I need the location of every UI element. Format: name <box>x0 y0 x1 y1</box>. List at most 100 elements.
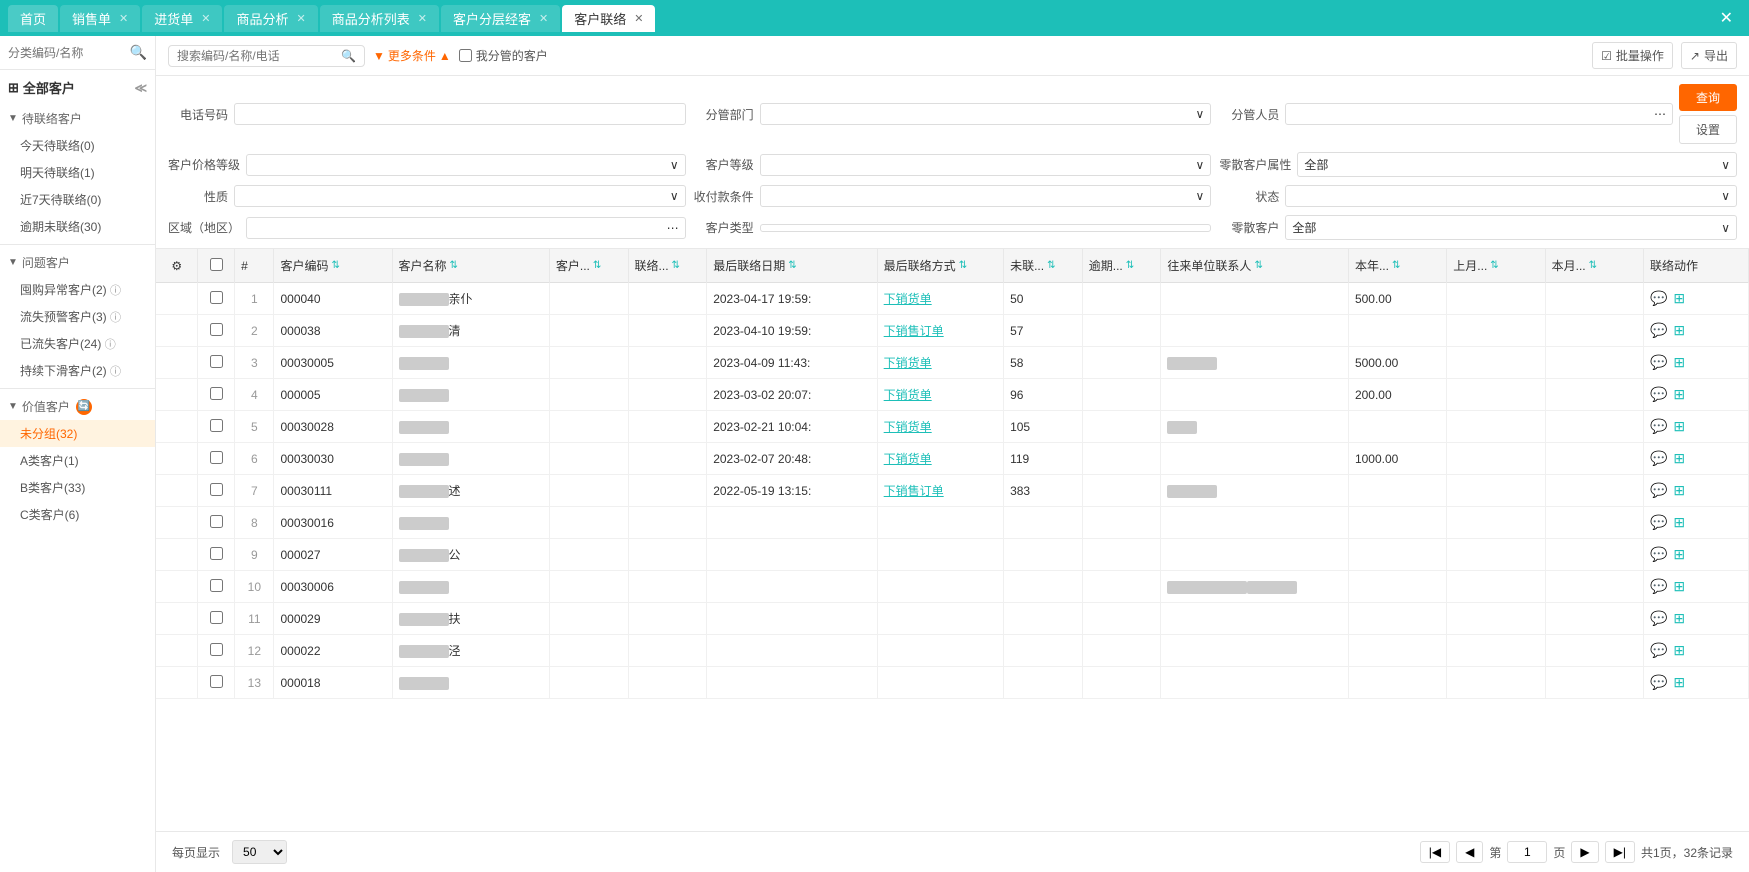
sidebar-group-value[interactable]: ▼ 价值客户 🔄 <box>0 393 155 420</box>
row-checkbox[interactable] <box>210 291 223 304</box>
sidebar-search-icon[interactable]: 🔍 <box>130 44 147 61</box>
sort-name-icon[interactable]: ⇅ <box>450 260 458 271</box>
first-page-btn[interactable]: |◀ <box>1420 841 1450 863</box>
sidebar-item-churned[interactable]: 已流失客户(24) ⓘ <box>0 330 155 357</box>
th-contact[interactable]: 联络...⇅ <box>628 249 707 283</box>
row-checkbox[interactable] <box>210 387 223 400</box>
tab-home[interactable]: 首页 <box>8 5 58 32</box>
sort-year-icon[interactable]: ⇅ <box>1392 260 1400 271</box>
grid-action-icon[interactable]: ⊞ <box>1673 578 1685 595</box>
filter-region-select[interactable]: ⋯ <box>246 217 686 239</box>
sort-lmonth-icon[interactable]: ⇅ <box>1490 260 1498 271</box>
th-overdue[interactable]: 逾期...⇅ <box>1082 249 1161 283</box>
filter-price-level-select[interactable]: ∨ <box>246 154 686 176</box>
filter-retail-attr-select[interactable]: 全部 ∨ <box>1297 152 1737 177</box>
chat-action-icon[interactable]: 💬 <box>1650 450 1667 467</box>
grid-action-icon[interactable]: ⊞ <box>1673 546 1685 563</box>
sort-overdue-icon[interactable]: ⇅ <box>1126 260 1134 271</box>
td-check[interactable] <box>198 411 235 443</box>
row-checkbox[interactable] <box>210 547 223 560</box>
filter-manager-select[interactable]: ⋯ <box>1285 103 1673 125</box>
chat-action-icon[interactable]: 💬 <box>1650 578 1667 595</box>
tab-purchase[interactable]: 进货单 ✕ <box>142 5 222 32</box>
row-checkbox[interactable] <box>210 323 223 336</box>
close-sales-icon[interactable]: ✕ <box>119 12 128 25</box>
sort-date-icon[interactable]: ⇅ <box>788 260 796 271</box>
close-customer-contact-icon[interactable]: ✕ <box>634 12 643 25</box>
tab-analysis-list[interactable]: 商品分析列表 ✕ <box>320 5 439 32</box>
per-page-select[interactable]: 50 20 100 <box>232 840 287 864</box>
filter-search-icon[interactable]: 🔍 <box>341 49 356 63</box>
close-customer-tier-icon[interactable]: ✕ <box>539 12 548 25</box>
td-check[interactable] <box>198 283 235 315</box>
th-no-contact[interactable]: 未联...⇅ <box>1004 249 1083 283</box>
td-check[interactable] <box>198 667 235 699</box>
window-close-icon[interactable]: ✕ <box>1712 8 1741 28</box>
sort-method-icon[interactable]: ⇅ <box>959 260 967 271</box>
sidebar-item-overdue[interactable]: 逾期未联络(30) <box>0 213 155 240</box>
sort-contact-icon[interactable]: ⇅ <box>672 260 680 271</box>
filter-customer-type-select[interactable] <box>760 224 1212 232</box>
th-this-month[interactable]: 本月...⇅ <box>1545 249 1643 283</box>
sidebar-group-pending[interactable]: ▼ 待联络客户 <box>0 105 155 132</box>
last-page-btn[interactable]: ▶| <box>1605 841 1635 863</box>
sort-nocontact-icon[interactable]: ⇅ <box>1047 260 1055 271</box>
td-check[interactable] <box>198 571 235 603</box>
grid-action-icon[interactable]: ⊞ <box>1673 386 1685 403</box>
my-customers-checkbox[interactable] <box>459 49 472 62</box>
sidebar-search-box[interactable]: 🔍 <box>0 36 155 70</box>
filter-search-box[interactable]: 🔍 <box>168 45 365 67</box>
grid-action-icon[interactable]: ⊞ <box>1673 418 1685 435</box>
th-last-contact-date[interactable]: 最后联络日期⇅ <box>707 249 877 283</box>
close-analysis-list-icon[interactable]: ✕ <box>418 12 427 25</box>
close-purchase-icon[interactable]: ✕ <box>201 12 210 25</box>
tab-analysis[interactable]: 商品分析 ✕ <box>224 5 317 32</box>
th-code[interactable]: 客户编码⇅ <box>274 249 392 283</box>
td-check[interactable] <box>198 475 235 507</box>
th-this-year[interactable]: 本年...⇅ <box>1348 249 1446 283</box>
settings-icon[interactable]: ⚙ <box>171 259 182 273</box>
grid-action-icon[interactable]: ⊞ <box>1673 674 1685 691</box>
filter-nature-select[interactable]: ∨ <box>234 185 686 207</box>
row-checkbox[interactable] <box>210 675 223 688</box>
th-last-month[interactable]: 上月...⇅ <box>1447 249 1545 283</box>
contact-method-link[interactable]: 下销货单 <box>884 356 932 370</box>
sort-code-icon[interactable]: ⇅ <box>332 260 340 271</box>
batch-action-btn[interactable]: ☑ 批量操作 <box>1592 42 1673 69</box>
collapse-icon[interactable]: ≪ <box>134 81 147 95</box>
chat-action-icon[interactable]: 💬 <box>1650 354 1667 371</box>
search-btn[interactable]: 查询 <box>1679 84 1737 111</box>
tab-customer-contact[interactable]: 客户联络 ✕ <box>562 5 655 32</box>
row-checkbox[interactable] <box>210 643 223 656</box>
contact-method-link[interactable]: 下销货单 <box>884 420 932 434</box>
th-check[interactable] <box>198 249 235 283</box>
tab-sales[interactable]: 销售单 ✕ <box>60 5 140 32</box>
chat-action-icon[interactable]: 💬 <box>1650 674 1667 691</box>
all-customers-header[interactable]: ⊞ 全部客户 ≪ <box>0 70 155 105</box>
td-check[interactable] <box>198 379 235 411</box>
grid-action-icon[interactable]: ⊞ <box>1673 450 1685 467</box>
th-last-contact-method[interactable]: 最后联络方式⇅ <box>877 249 1003 283</box>
contact-method-link[interactable]: 下销货单 <box>884 292 932 306</box>
sidebar-item-class-c[interactable]: C类客户(6) <box>0 501 155 528</box>
page-number-input[interactable] <box>1507 841 1547 863</box>
grid-action-icon[interactable]: ⊞ <box>1673 642 1685 659</box>
close-analysis-icon[interactable]: ✕ <box>297 12 306 25</box>
chat-action-icon[interactable]: 💬 <box>1650 610 1667 627</box>
chat-action-icon[interactable]: 💬 <box>1650 482 1667 499</box>
sort-tmonth-icon[interactable]: ⇅ <box>1589 260 1597 271</box>
sidebar-item-today[interactable]: 今天待联络(0) <box>0 132 155 159</box>
contact-method-link[interactable]: 下销售订单 <box>884 484 944 498</box>
next-page-btn[interactable]: ▶ <box>1571 841 1598 863</box>
row-checkbox[interactable] <box>210 419 223 432</box>
td-check[interactable] <box>198 315 235 347</box>
chat-action-icon[interactable]: 💬 <box>1650 642 1667 659</box>
sort-partner-icon[interactable]: ⇅ <box>1254 260 1262 271</box>
grid-action-icon[interactable]: ⊞ <box>1673 290 1685 307</box>
td-check[interactable] <box>198 603 235 635</box>
chat-action-icon[interactable]: 💬 <box>1650 514 1667 531</box>
grid-action-icon[interactable]: ⊞ <box>1673 322 1685 339</box>
contact-method-link[interactable]: 下销售订单 <box>884 324 944 338</box>
th-settings[interactable]: ⚙ <box>156 249 198 283</box>
sort-type-icon[interactable]: ⇅ <box>593 260 601 271</box>
